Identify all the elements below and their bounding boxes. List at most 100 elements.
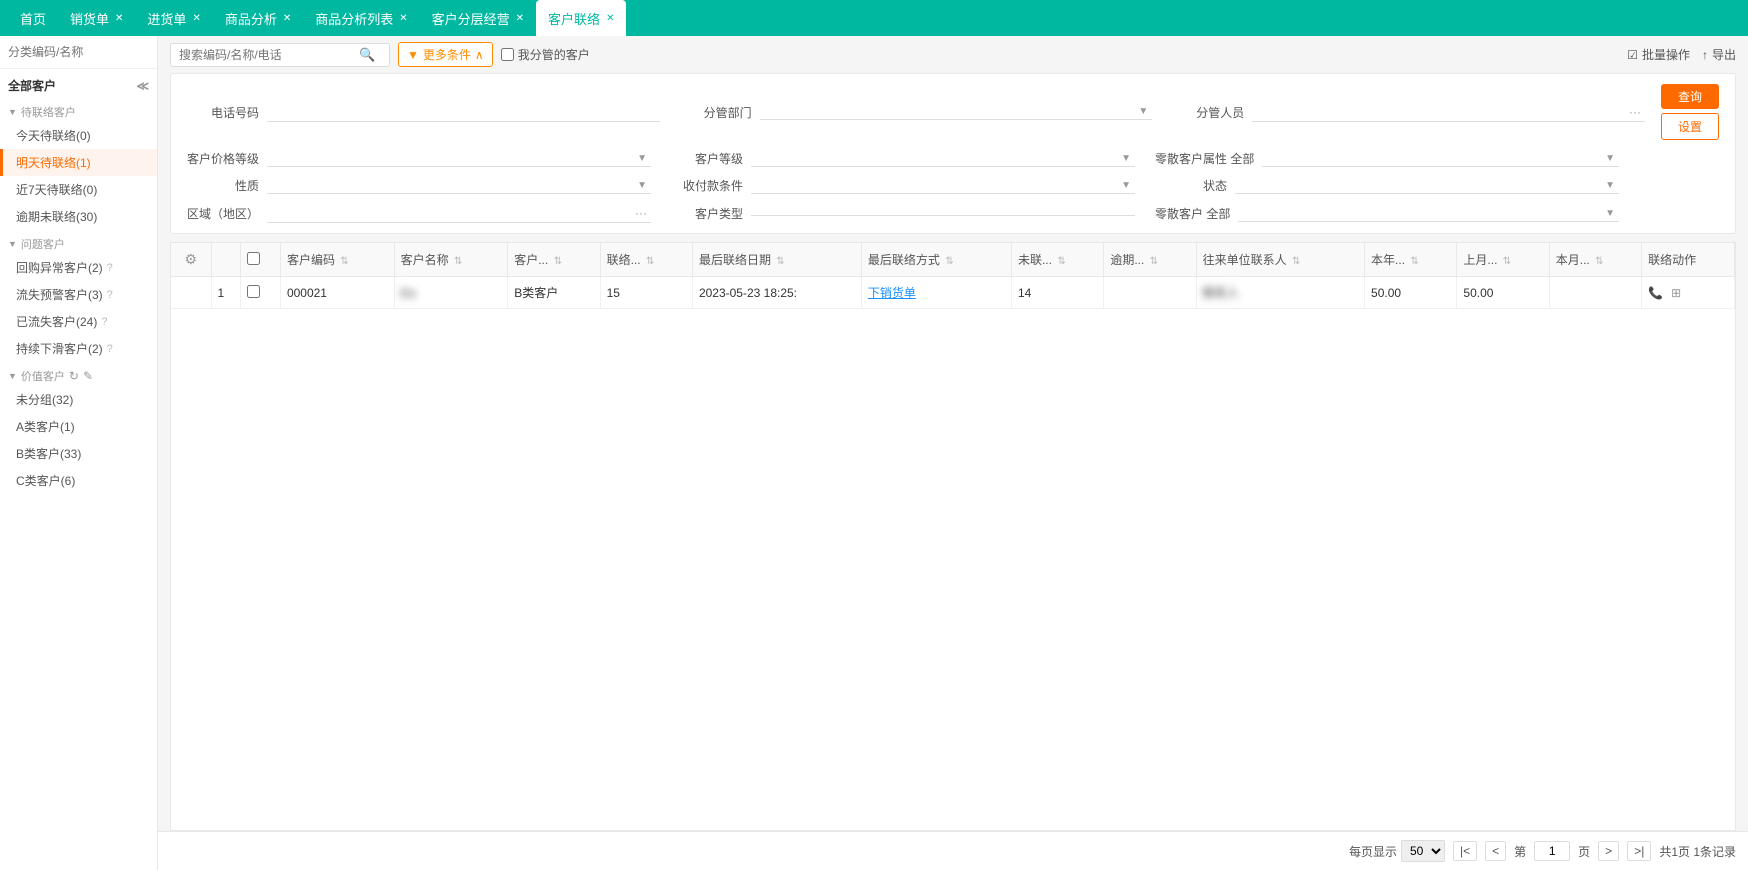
- col-overdue[interactable]: 逾期... ⇅: [1104, 243, 1196, 277]
- sort-icon[interactable]: ⇅: [1150, 256, 1158, 267]
- call-icon[interactable]: 📞: [1648, 286, 1663, 300]
- sort-icon[interactable]: ⇅: [1503, 256, 1511, 267]
- sidebar-item-7days[interactable]: 近7天待联络(0): [0, 176, 157, 203]
- col-last-method[interactable]: 最后联络方式 ⇅: [861, 243, 1011, 277]
- my-customers-checkbox[interactable]: [501, 48, 514, 61]
- filter-status-select[interactable]: ▼: [1235, 178, 1619, 194]
- grid-icon[interactable]: ⊞: [1671, 286, 1681, 300]
- query-btn[interactable]: 查询: [1661, 84, 1719, 109]
- sort-icon[interactable]: ⇅: [1057, 256, 1065, 267]
- col-code[interactable]: 客户编码 ⇅: [280, 243, 394, 277]
- filter-customer-level-select[interactable]: ▼: [751, 151, 1135, 167]
- sort-icon[interactable]: ⇅: [1292, 256, 1300, 267]
- sidebar-item-overdue[interactable]: 逾期未联络(30): [0, 203, 157, 230]
- sidebar-item-today[interactable]: 今天待联络(0): [0, 122, 157, 149]
- filter-person-select[interactable]: ···: [1252, 103, 1645, 122]
- nav-tab-sales[interactable]: 销货单 ✕: [58, 0, 135, 36]
- nav-home[interactable]: 首页: [8, 0, 58, 36]
- col-last-month[interactable]: 上月... ⇅: [1457, 243, 1549, 277]
- chevron-up-icon: ∧: [475, 48, 484, 62]
- last-page-btn[interactable]: >|: [1627, 841, 1651, 861]
- filter-customer-type-select[interactable]: [751, 211, 1135, 216]
- nav-tab-analysis[interactable]: 商品分析 ✕: [213, 0, 303, 36]
- collapse-icon[interactable]: ≪: [136, 79, 149, 93]
- export-btn[interactable]: ↑ 导出: [1702, 46, 1736, 63]
- select-all-checkbox[interactable]: [247, 252, 260, 265]
- group-settings-icon[interactable]: ✎: [83, 369, 93, 383]
- col-contact[interactable]: 联络... ⇅: [600, 243, 692, 277]
- close-icon[interactable]: ✕: [516, 13, 524, 24]
- col-category[interactable]: 客户... ⇅: [508, 243, 600, 277]
- nav-tab-customer-layer[interactable]: 客户分层经营 ✕: [420, 0, 536, 36]
- filter-retail-customer-select[interactable]: ▼: [1238, 206, 1619, 222]
- group-pending-contact[interactable]: 待联络客户: [0, 98, 157, 122]
- sidebar-item-class-a[interactable]: A类客户(1): [0, 413, 157, 440]
- filter-retail-attr-select[interactable]: ▼: [1262, 151, 1619, 167]
- filter-retail-customer-label: 零散客户 全部: [1155, 205, 1238, 222]
- sidebar-item-class-c[interactable]: C类客户(6): [0, 467, 157, 494]
- per-page-dropdown[interactable]: 50: [1401, 840, 1445, 862]
- row-last-method[interactable]: 下销货单: [861, 277, 1011, 309]
- sidebar-item-abnormal[interactable]: 回购异常客户(2) ?: [0, 254, 157, 281]
- gear-icon[interactable]: ⚙: [184, 251, 197, 267]
- chevron-down-icon: ▼: [1605, 180, 1615, 191]
- sidebar-search-input[interactable]: [8, 45, 158, 59]
- group-value-customers[interactable]: 价值客户 ↻ ✎: [0, 362, 157, 386]
- ellipsis-icon[interactable]: ···: [1629, 105, 1641, 119]
- ellipsis-icon[interactable]: ···: [635, 206, 647, 220]
- sort-icon[interactable]: ⇅: [1595, 256, 1603, 267]
- col-unit-contact[interactable]: 往来单位联系人 ⇅: [1196, 243, 1364, 277]
- sort-icon[interactable]: ⇅: [646, 256, 654, 267]
- sort-icon[interactable]: ⇅: [945, 256, 953, 267]
- sort-icon[interactable]: ⇅: [1410, 256, 1418, 267]
- filter-customer-type-label: 客户类型: [671, 205, 751, 222]
- group-edit-icon[interactable]: ↻: [69, 369, 79, 383]
- sort-icon[interactable]: ⇅: [454, 256, 462, 267]
- filter-phone-input[interactable]: [267, 103, 660, 122]
- row-select-checkbox[interactable]: [247, 285, 260, 298]
- sidebar-item-declining[interactable]: 持续下滑客户(2) ?: [0, 335, 157, 362]
- nav-tab-analysis-list[interactable]: 商品分析列表 ✕: [303, 0, 419, 36]
- filter-region-select[interactable]: ···: [267, 204, 651, 223]
- group-problem-customers[interactable]: 问题客户: [0, 230, 157, 254]
- sidebar-item-churned[interactable]: 已流失客户(24) ?: [0, 308, 157, 335]
- close-icon[interactable]: ✕: [192, 13, 200, 24]
- col-this-year[interactable]: 本年... ⇅: [1365, 243, 1457, 277]
- filter-nature-select[interactable]: ▼: [267, 178, 651, 194]
- my-customers-checkbox-label[interactable]: 我分管的客户: [501, 46, 590, 63]
- nav-tab-purchase[interactable]: 进货单 ✕: [135, 0, 212, 36]
- all-customers-header[interactable]: 全部客户 ≪: [0, 69, 157, 98]
- sort-icon[interactable]: ⇅: [554, 256, 562, 267]
- close-icon[interactable]: ✕: [115, 13, 123, 24]
- filter-more-btn[interactable]: ▼ 更多条件 ∧: [398, 42, 493, 67]
- col-this-month[interactable]: 本月... ⇅: [1549, 243, 1641, 277]
- sidebar-item-churn-warning[interactable]: 流失预警客户(3) ?: [0, 281, 157, 308]
- filter-dept: 分管部门 ▼: [680, 104, 1153, 121]
- sidebar-item-tomorrow[interactable]: 明天待联络(1): [0, 149, 157, 176]
- batch-ops-btn[interactable]: ☑ 批量操作: [1627, 46, 1690, 63]
- filter-dept-select[interactable]: ▼: [760, 104, 1153, 120]
- filter-payment-select[interactable]: ▼: [751, 178, 1135, 194]
- col-name[interactable]: 客户名称 ⇅: [394, 243, 508, 277]
- close-icon[interactable]: ✕: [606, 13, 614, 24]
- col-no-contact[interactable]: 未联... ⇅: [1011, 243, 1103, 277]
- close-icon[interactable]: ✕: [283, 13, 291, 24]
- sidebar-item-ungrouped[interactable]: 未分组(32): [0, 386, 157, 413]
- filter-price-level-select[interactable]: ▼: [267, 151, 651, 167]
- next-page-btn[interactable]: >: [1598, 841, 1619, 861]
- col-gear[interactable]: ⚙: [171, 243, 211, 277]
- nav-tab-customer-contact[interactable]: 客户联络 ✕: [536, 0, 626, 36]
- first-page-btn[interactable]: |<: [1453, 841, 1477, 861]
- main-search-input[interactable]: [179, 48, 359, 62]
- page-input[interactable]: [1534, 841, 1570, 861]
- settings-btn[interactable]: 设置: [1661, 113, 1719, 140]
- prev-page-btn[interactable]: <: [1485, 841, 1506, 861]
- sort-icon[interactable]: ⇅: [776, 256, 784, 267]
- close-icon[interactable]: ✕: [399, 13, 407, 24]
- main-search-icon[interactable]: 🔍: [359, 47, 375, 63]
- col-action[interactable]: 联络动作: [1642, 243, 1735, 277]
- row-checkbox[interactable]: [241, 277, 281, 309]
- sort-icon[interactable]: ⇅: [340, 256, 348, 267]
- col-last-date[interactable]: 最后联络日期 ⇅: [692, 243, 861, 277]
- sidebar-item-class-b[interactable]: B类客户(33): [0, 440, 157, 467]
